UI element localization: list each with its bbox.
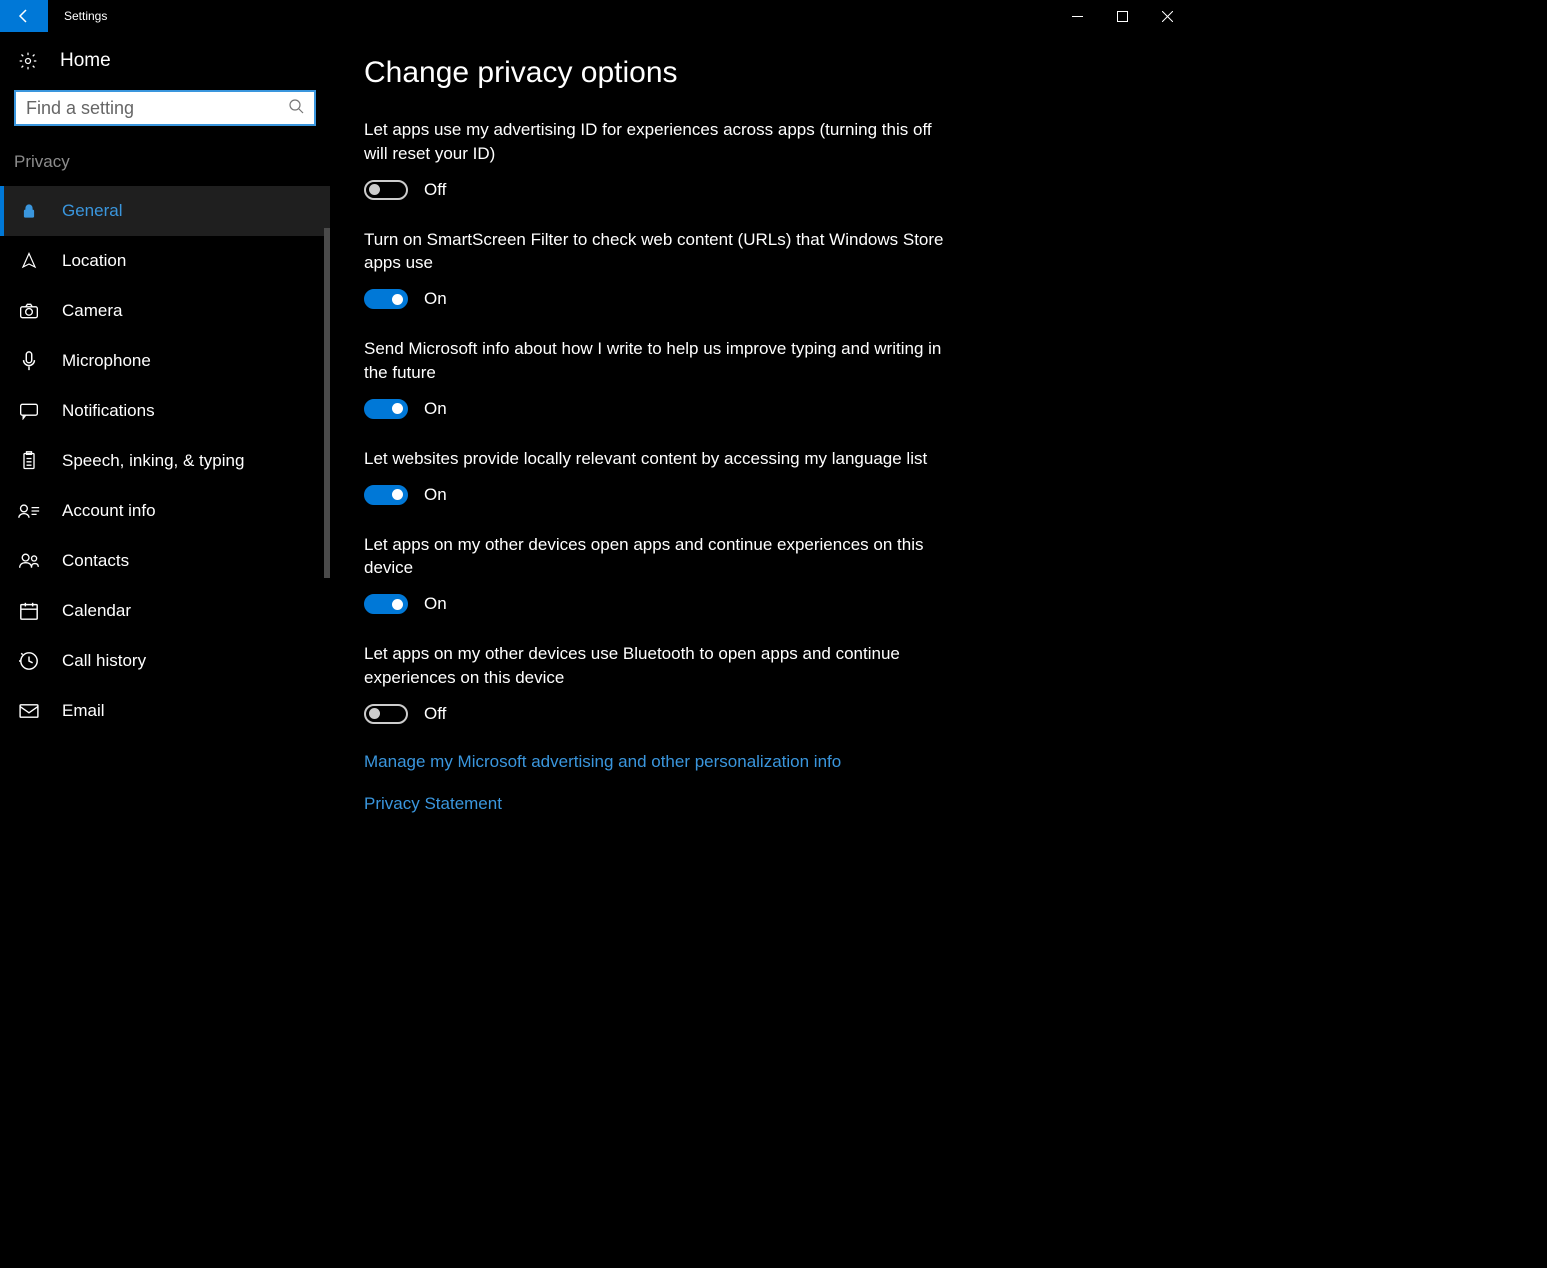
toggle-row: On xyxy=(364,485,1140,505)
account-icon xyxy=(18,503,40,519)
toggle-state-label: Off xyxy=(424,180,446,200)
maximize-button[interactable] xyxy=(1100,0,1145,32)
sidebar-item-label: Account info xyxy=(62,501,156,521)
setting-desc: Let apps on my other devices open apps a… xyxy=(364,533,954,581)
sidebar-item-label: Speech, inking, & typing xyxy=(62,451,244,471)
toggle-knob xyxy=(392,489,403,500)
close-icon xyxy=(1162,11,1173,22)
toggle-row: On xyxy=(364,594,1140,614)
sidebar-item-label: Call history xyxy=(62,651,146,671)
setting-1: Turn on SmartScreen Filter to check web … xyxy=(364,228,1140,310)
home-label: Home xyxy=(60,50,111,72)
search-container xyxy=(0,90,330,144)
sidebar-item-email[interactable]: Email xyxy=(0,686,330,736)
toggle-knob xyxy=(392,294,403,305)
toggle-switch[interactable] xyxy=(364,594,408,614)
toggle-switch[interactable] xyxy=(364,704,408,724)
toggle-switch[interactable] xyxy=(364,289,408,309)
toggle-state-label: On xyxy=(424,594,447,614)
toggle-switch[interactable] xyxy=(364,485,408,505)
sidebar-item-account-info[interactable]: Account info xyxy=(0,486,330,536)
setting-desc: Let apps on my other devices use Bluetoo… xyxy=(364,642,954,690)
contacts-icon xyxy=(18,552,40,570)
setting-desc: Turn on SmartScreen Filter to check web … xyxy=(364,228,954,276)
links-list: Manage my Microsoft advertising and othe… xyxy=(364,752,1140,814)
setting-3: Let websites provide locally relevant co… xyxy=(364,447,1140,505)
lock-icon xyxy=(18,202,40,220)
setting-2: Send Microsoft info about how I write to… xyxy=(364,337,1140,419)
setting-4: Let apps on my other devices open apps a… xyxy=(364,533,1140,615)
maximize-icon xyxy=(1117,11,1128,22)
sidebar-item-label: General xyxy=(62,201,122,221)
titlebar: Settings xyxy=(0,0,1190,32)
sidebar-item-speech-inking-typing[interactable]: Speech, inking, & typing xyxy=(0,436,330,486)
settings-list: Let apps use my advertising ID for exper… xyxy=(364,118,1140,724)
link-0[interactable]: Manage my Microsoft advertising and othe… xyxy=(364,752,1140,772)
toggle-switch[interactable] xyxy=(364,180,408,200)
sidebar-item-label: Microphone xyxy=(62,351,151,371)
sidebar-item-label: Notifications xyxy=(62,401,155,421)
sidebar-item-contacts[interactable]: Contacts xyxy=(0,536,330,586)
minimize-icon xyxy=(1072,11,1083,22)
window-title: Settings xyxy=(48,0,1055,32)
toggle-knob xyxy=(392,403,403,414)
nav-list: General Location Camera Microphone Notificat… xyxy=(0,186,330,736)
search-input[interactable] xyxy=(26,98,288,119)
camera-icon xyxy=(18,302,40,320)
link-1[interactable]: Privacy Statement xyxy=(364,794,1140,814)
minimize-button[interactable] xyxy=(1055,0,1100,32)
toggle-state-label: On xyxy=(424,399,447,419)
window-controls xyxy=(1055,0,1190,32)
sidebar-item-camera[interactable]: Camera xyxy=(0,286,330,336)
setting-desc: Send Microsoft info about how I write to… xyxy=(364,337,954,385)
sidebar-item-label: Camera xyxy=(62,301,122,321)
sidebar-item-location[interactable]: Location xyxy=(0,236,330,286)
toggle-knob xyxy=(392,599,403,610)
sidebar-item-label: Calendar xyxy=(62,601,131,621)
history-icon xyxy=(18,651,40,671)
sidebar: Home Privacy General Location Camera Microp… xyxy=(0,32,330,975)
setting-0: Let apps use my advertising ID for exper… xyxy=(364,118,1140,200)
section-label: Privacy xyxy=(0,144,330,186)
sidebar-item-general[interactable]: General xyxy=(0,186,330,236)
sidebar-item-label: Email xyxy=(62,701,105,721)
setting-desc: Let websites provide locally relevant co… xyxy=(364,447,954,471)
calendar-icon xyxy=(18,601,40,621)
toggle-row: Off xyxy=(364,180,1140,200)
setting-5: Let apps on my other devices use Bluetoo… xyxy=(364,642,1140,724)
sidebar-item-microphone[interactable]: Microphone xyxy=(0,336,330,386)
sidebar-item-call-history[interactable]: Call history xyxy=(0,636,330,686)
home-button[interactable]: Home xyxy=(0,32,330,90)
toggle-knob xyxy=(369,184,380,195)
page-title: Change privacy options xyxy=(364,56,1140,90)
content-pane: Change privacy options Let apps use my a… xyxy=(330,32,1190,975)
notifications-icon xyxy=(18,402,40,420)
sidebar-item-notifications[interactable]: Notifications xyxy=(0,386,330,436)
gear-icon xyxy=(18,51,38,71)
toggle-state-label: On xyxy=(424,289,447,309)
sidebar-item-label: Contacts xyxy=(62,551,129,571)
sidebar-scrollbar[interactable] xyxy=(324,228,330,578)
search-box[interactable] xyxy=(14,90,316,126)
toggle-state-label: Off xyxy=(424,704,446,724)
email-icon xyxy=(18,703,40,719)
sidebar-item-label: Location xyxy=(62,251,126,271)
toggle-state-label: On xyxy=(424,485,447,505)
setting-desc: Let apps use my advertising ID for exper… xyxy=(364,118,954,166)
close-button[interactable] xyxy=(1145,0,1190,32)
toggle-switch[interactable] xyxy=(364,399,408,419)
back-button[interactable] xyxy=(0,0,48,32)
search-icon xyxy=(288,98,304,119)
location-icon xyxy=(18,252,40,270)
toggle-row: On xyxy=(364,399,1140,419)
clipboard-icon xyxy=(18,451,40,471)
microphone-icon xyxy=(18,351,40,371)
toggle-knob xyxy=(369,708,380,719)
sidebar-item-calendar[interactable]: Calendar xyxy=(0,586,330,636)
toggle-row: Off xyxy=(364,704,1140,724)
back-arrow-icon xyxy=(16,8,32,24)
toggle-row: On xyxy=(364,289,1140,309)
